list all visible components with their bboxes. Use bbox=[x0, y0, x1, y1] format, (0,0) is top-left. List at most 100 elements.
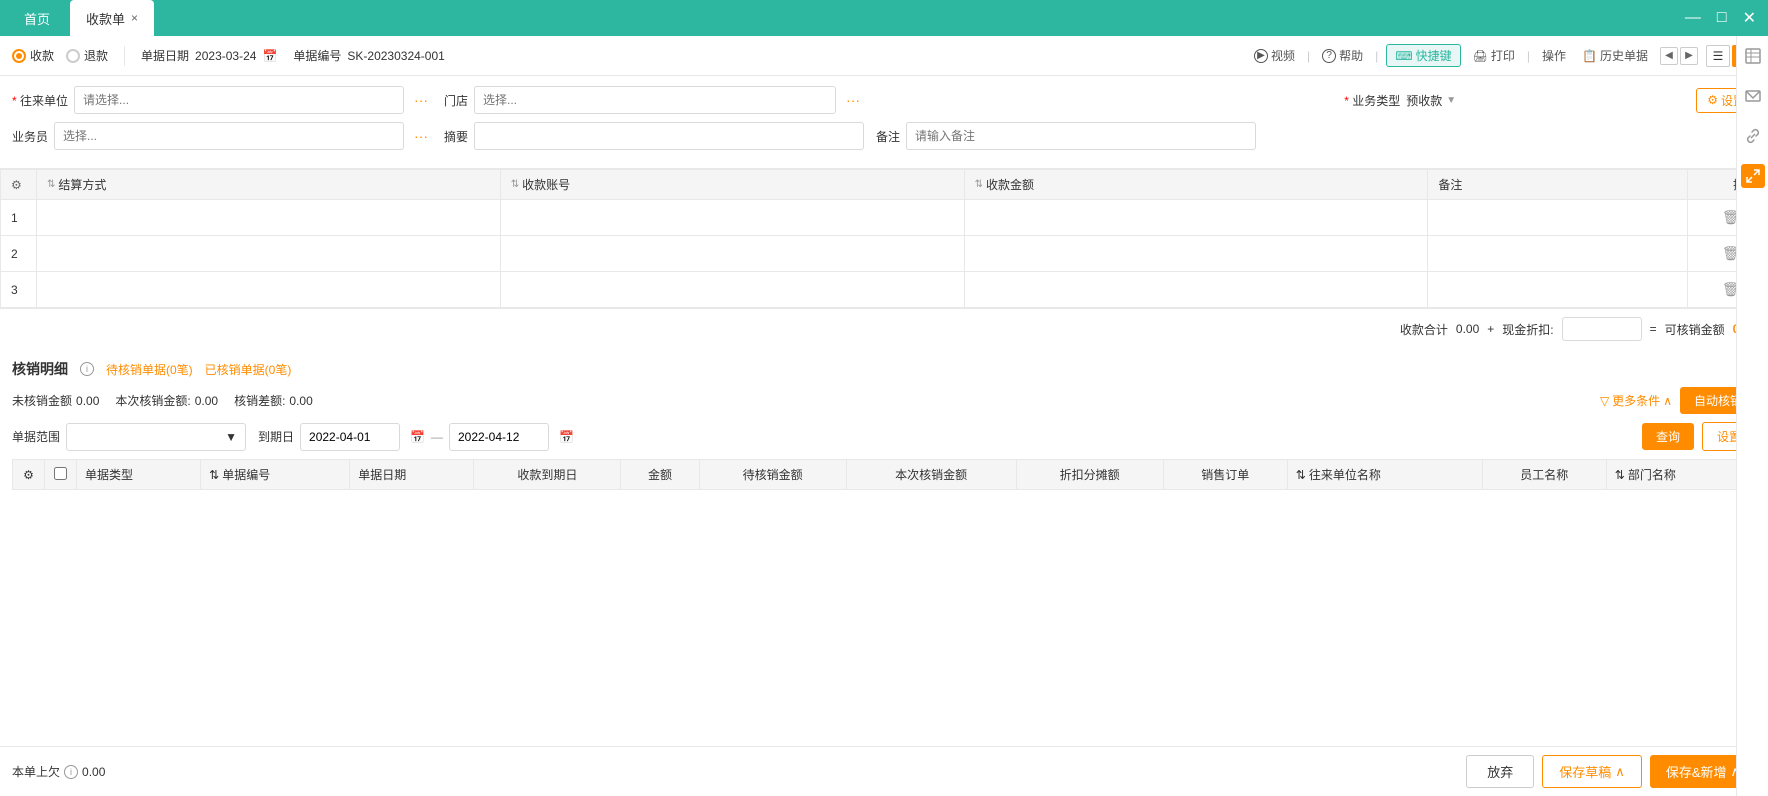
sidebar-table-icon[interactable] bbox=[1741, 44, 1765, 68]
calendar-icon[interactable]: 📅 bbox=[262, 49, 277, 63]
equals-sign: = bbox=[1650, 322, 1657, 336]
total-label: 收款合计 bbox=[1400, 321, 1448, 338]
row2-account[interactable] bbox=[500, 236, 964, 272]
abandon-btn[interactable]: 放弃 bbox=[1466, 755, 1534, 788]
row1-remark[interactable] bbox=[1428, 200, 1688, 236]
prev-arrow[interactable]: ◀ bbox=[1660, 47, 1678, 65]
date-value: 2023-03-24 bbox=[195, 49, 256, 63]
row3-account[interactable] bbox=[500, 272, 964, 308]
bth-doc-date: 单据日期 bbox=[350, 460, 474, 490]
sidebar-link-icon[interactable] bbox=[1741, 124, 1765, 148]
row1-account[interactable] bbox=[500, 200, 964, 236]
next-arrow[interactable]: ▶ bbox=[1680, 47, 1698, 65]
counterpart-sort: ⇅ 往来单位名称 bbox=[1296, 466, 1474, 483]
select-all-checkbox[interactable] bbox=[54, 467, 67, 480]
diff-value: 0.00 bbox=[289, 394, 312, 408]
unchecked-value: 0.00 bbox=[76, 394, 99, 408]
tab-close-icon[interactable]: × bbox=[131, 11, 138, 25]
sort-icon: ⇅ bbox=[47, 179, 55, 190]
bth-pending-amount: 待核销金额 bbox=[699, 460, 846, 490]
th-remark: 备注 bbox=[1428, 170, 1688, 200]
operation-btn[interactable]: 操作 bbox=[1538, 45, 1570, 66]
date-to-icon[interactable]: 📅 bbox=[559, 430, 574, 444]
dept-sort-icon: ⇅ bbox=[1615, 468, 1625, 482]
keyboard-icon: ⌨ bbox=[1395, 49, 1412, 63]
shortcut-btn[interactable]: ⌨ 快捷键 bbox=[1386, 44, 1460, 67]
store-input[interactable] bbox=[474, 86, 836, 114]
discount-label: 现金折扣: bbox=[1502, 321, 1553, 338]
minimize-icon[interactable]: — bbox=[1681, 7, 1705, 29]
row2-amount[interactable] bbox=[964, 236, 1428, 272]
row2-index: 2 bbox=[1, 236, 37, 272]
bottom-actions: 放弃 保存草稿 ∧ 保存&新增 ∧ bbox=[1466, 755, 1756, 788]
bth-current-amount: 本次核销金额 bbox=[846, 460, 1016, 490]
help-btn[interactable]: ? 帮助 bbox=[1318, 45, 1367, 66]
sort-icon3: ⇅ bbox=[975, 179, 983, 190]
counterpart-input[interactable] bbox=[74, 86, 404, 114]
tab-home[interactable]: 首页 bbox=[8, 0, 66, 36]
toolbar: 收款 退款 单据日期 2023-03-24 📅 单据编号 SK-20230324… bbox=[0, 36, 1768, 76]
tab-bar: 首页 收款单 × — □ ✕ bbox=[0, 0, 1768, 36]
th-settlement: ⇅ 结算方式 bbox=[37, 170, 501, 200]
memo-input[interactable] bbox=[474, 122, 864, 150]
table-row: 2 🗑 ⧉ bbox=[1, 236, 1768, 272]
query-btn[interactable]: 查询 bbox=[1642, 423, 1694, 450]
date-to-input[interactable] bbox=[449, 423, 549, 451]
bottom-table: ⚙ 单据类型 bbox=[12, 459, 1756, 490]
counterpart-field: 往来单位 ··· bbox=[12, 86, 432, 114]
print-btn[interactable]: 🖨 打印 bbox=[1469, 45, 1519, 66]
row3-amount[interactable] bbox=[964, 272, 1428, 308]
th-gear: ⚙ bbox=[1, 170, 37, 200]
salesperson-more-btn[interactable]: ··· bbox=[410, 128, 432, 144]
maximize-icon[interactable]: □ bbox=[1713, 7, 1731, 29]
business-type-value: 预收款 bbox=[1406, 92, 1442, 109]
range-select[interactable]: ▼ bbox=[66, 423, 246, 451]
toolbar-divider-1 bbox=[124, 46, 125, 66]
business-type-field: 业务类型 预收款 ▼ bbox=[1344, 92, 1684, 109]
store-more-btn[interactable]: ··· bbox=[842, 92, 864, 108]
limit-label: 本单上欠 bbox=[12, 763, 60, 780]
row1-amount[interactable] bbox=[964, 200, 1428, 236]
bth-doc-type: 单据类型 bbox=[77, 460, 201, 490]
video-btn[interactable]: ▶ 视频 bbox=[1250, 45, 1299, 66]
counterpart-more-btn[interactable]: ··· bbox=[410, 92, 432, 108]
history-label: 历史单据 bbox=[1600, 47, 1648, 64]
date-from-input[interactable] bbox=[300, 423, 400, 451]
done-tab[interactable]: 已核销单据(0笔) bbox=[205, 361, 292, 378]
limit-info-icon[interactable]: i bbox=[64, 765, 78, 779]
save-draft-label: 保存草稿 bbox=[1559, 762, 1611, 781]
business-type-select[interactable]: 预收款 ▼ bbox=[1406, 92, 1456, 109]
sidebar-expand-icon[interactable] bbox=[1741, 164, 1765, 188]
more-filter-btn[interactable]: ▽ 更多条件 ∧ bbox=[1600, 392, 1672, 409]
video-label: 视频 bbox=[1271, 47, 1295, 64]
history-btn[interactable]: 📋 历史单据 bbox=[1578, 45, 1652, 66]
shortcut-label: 快捷键 bbox=[1416, 47, 1452, 64]
refund-radio[interactable]: 退款 bbox=[66, 47, 108, 64]
save-draft-btn[interactable]: 保存草稿 ∧ bbox=[1542, 755, 1642, 788]
row1-settlement[interactable] bbox=[37, 200, 501, 236]
verification-info-icon[interactable]: i bbox=[80, 362, 94, 376]
tab-receipt[interactable]: 收款单 × bbox=[70, 0, 154, 36]
close-icon[interactable]: ✕ bbox=[1739, 6, 1760, 30]
receipt-radio[interactable]: 收款 bbox=[12, 47, 54, 64]
discount-input[interactable] bbox=[1562, 317, 1642, 341]
bottom-info: 本单上欠 i 0.00 bbox=[12, 763, 105, 780]
row3-remark[interactable] bbox=[1428, 272, 1688, 308]
list-view-btn[interactable]: ☰ bbox=[1706, 45, 1730, 67]
right-sidebar bbox=[1736, 36, 1768, 796]
due-date-field: 到期日 📅 — 📅 bbox=[258, 423, 574, 451]
tab-receipt-label: 收款单 bbox=[86, 9, 125, 28]
remark-label: 备注 bbox=[876, 128, 900, 145]
sidebar-email-icon[interactable] bbox=[1741, 84, 1765, 108]
salesperson-input[interactable] bbox=[54, 122, 404, 150]
row2-remark[interactable] bbox=[1428, 236, 1688, 272]
row3-settlement[interactable] bbox=[37, 272, 501, 308]
bottom-gear-icon[interactable]: ⚙ bbox=[23, 468, 34, 482]
remark-input[interactable] bbox=[906, 122, 1256, 150]
help-icon: ? bbox=[1322, 49, 1336, 63]
row2-settlement[interactable] bbox=[37, 236, 501, 272]
pending-tab[interactable]: 待核销单据(0笔) bbox=[106, 361, 193, 378]
table-gear-icon[interactable]: ⚙ bbox=[11, 178, 22, 192]
date-from-icon[interactable]: 📅 bbox=[410, 430, 425, 444]
bth-counterpart: ⇅ 往来单位名称 bbox=[1287, 460, 1482, 490]
